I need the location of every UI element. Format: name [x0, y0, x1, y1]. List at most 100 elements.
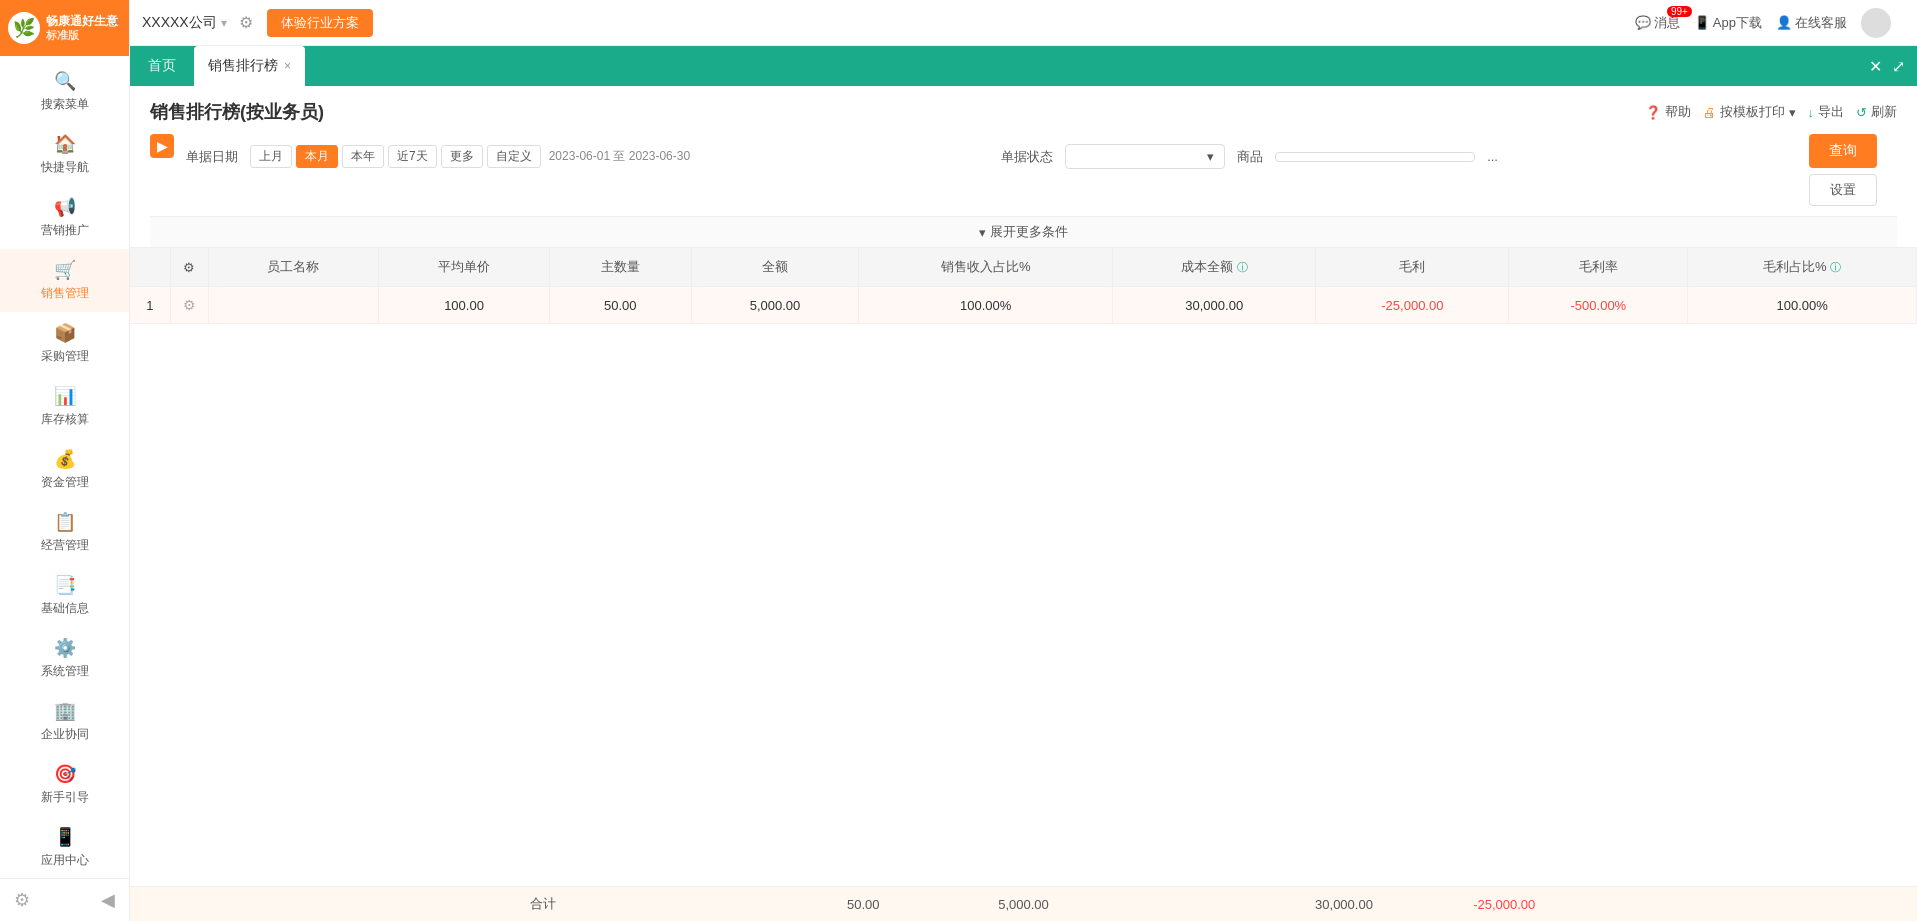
sidebar-item-basic[interactable]: 📑 基础信息	[0, 564, 129, 627]
enterprise-icon: 🏢	[54, 700, 76, 722]
sidebar-item-system[interactable]: ⚙️ 系统管理	[0, 627, 129, 690]
shortcut-icon: 🏠	[54, 133, 76, 155]
sidebar-item-inventory[interactable]: 📊 库存核算	[0, 375, 129, 438]
refresh-button[interactable]: ↺ 刷新	[1856, 103, 1897, 121]
table-footer: 合计 50.00 5,000.00 30,000.00 -25,000.00	[130, 886, 1917, 921]
sidebar-item-purchase[interactable]: 📦 采购管理	[0, 312, 129, 375]
export-icon: ↓	[1808, 105, 1815, 120]
online-service-button[interactable]: 👤 在线客服	[1776, 14, 1847, 32]
print-icon: 🖨	[1703, 105, 1716, 120]
sidebar-item-app[interactable]: 📱 应用中心	[0, 816, 129, 878]
cell-name	[208, 287, 379, 324]
page-content: 销售排行榜(按业务员) ❓ 帮助 🖨 按模板打印 ▾ ↓ 导出	[130, 86, 1917, 921]
marketing-icon: 📢	[54, 196, 76, 218]
query-button[interactable]: 查询	[1809, 134, 1877, 168]
settings-icon[interactable]: ⚙	[14, 889, 30, 911]
tabbar: 首页 销售排行榜 × ✕ ⤢	[130, 46, 1917, 86]
tab-active-label: 销售排行榜	[208, 57, 278, 75]
sidebar-item-guide[interactable]: 🎯 新手引导	[0, 753, 129, 816]
sidebar-item-marketing[interactable]: 📢 营销推广	[0, 186, 129, 249]
collapse-icon[interactable]: ◀	[101, 889, 115, 911]
sidebar-item-label-inventory: 库存核算	[41, 411, 89, 428]
page-title-row: 销售排行榜(按业务员) ❓ 帮助 🖨 按模板打印 ▾ ↓ 导出	[150, 100, 1897, 124]
filter-expand-row: ▾ 展开更多条件	[150, 216, 1897, 247]
col-name: 员工名称	[208, 248, 379, 287]
company-selector[interactable]: XXXXX公司 ▾	[142, 14, 227, 32]
sidebar-item-operation[interactable]: 📋 经营管理	[0, 501, 129, 564]
sidebar-item-enterprise[interactable]: 🏢 企业协同	[0, 690, 129, 753]
tab-home-label: 首页	[148, 57, 176, 75]
cell-amount: 5,000.00	[691, 287, 859, 324]
sidebar-item-label-basic: 基础信息	[41, 600, 89, 617]
sales-icon: 🛒	[54, 259, 76, 281]
sidebar-item-sales[interactable]: 🛒 销售管理	[0, 249, 129, 312]
page-actions: ❓ 帮助 🖨 按模板打印 ▾ ↓ 导出 ↺ 刷新	[1645, 103, 1898, 121]
col-rank	[130, 248, 170, 287]
col-sales-pct: 销售收入占比%	[859, 248, 1113, 287]
sidebar-logo: 🌿 畅康通好生意 标准版	[0, 0, 129, 56]
sidebar-item-label-enterprise: 企业协同	[41, 726, 89, 743]
expand-arrow-icon: ▾	[979, 225, 986, 240]
trial-button[interactable]: 体验行业方案	[267, 9, 373, 37]
tab-home[interactable]: 首页	[130, 46, 194, 86]
sidebar-bottom: ⚙ ◀	[0, 878, 129, 921]
col-settings[interactable]: ⚙	[170, 248, 208, 287]
col-settings-icon[interactable]: ⚙	[183, 260, 195, 275]
finance-icon: 💰	[54, 448, 76, 470]
cell-rank: 1	[130, 287, 170, 324]
app-download-button[interactable]: 📱 App下载	[1694, 14, 1762, 32]
date-btn-more[interactable]: 更多	[441, 145, 483, 168]
table-header-row: ⚙ 员工名称 平均单价 主数量 全额 销售收入占比% 成本全额 ⓘ 毛利 毛利率…	[130, 248, 1917, 287]
service-label: 在线客服	[1795, 14, 1847, 32]
export-button[interactable]: ↓ 导出	[1808, 103, 1845, 121]
export-label: 导出	[1818, 103, 1844, 121]
tab-close-icon[interactable]: ×	[284, 59, 291, 73]
date-btn-last-month[interactable]: 上月	[250, 145, 292, 168]
expand-label: 展开更多条件	[990, 223, 1068, 241]
main-area: XXXXX公司 ▾ ⚙ 体验行业方案 💬 消息 99+ 📱 App下载 👤 在线…	[130, 0, 1917, 921]
expand-more-button[interactable]: ▾ 展开更多条件	[979, 223, 1068, 241]
service-icon: 👤	[1776, 15, 1792, 30]
logo-icon: 🌿	[8, 12, 40, 44]
status-select-arrow: ▾	[1207, 149, 1214, 164]
sidebar-item-shortcut[interactable]: 🏠 快捷导航	[0, 123, 129, 186]
tabbar-close-icon[interactable]: ✕	[1869, 57, 1882, 76]
status-select[interactable]: ▾	[1065, 144, 1225, 169]
sidebar-item-label-system: 系统管理	[41, 663, 89, 680]
logo-text1: 畅康通好生意	[46, 14, 118, 28]
company-arrow-icon: ▾	[221, 16, 227, 30]
date-btn-7days[interactable]: 近7天	[388, 145, 437, 168]
topbar: XXXXX公司 ▾ ⚙ 体验行业方案 💬 消息 99+ 📱 App下载 👤 在线…	[130, 0, 1917, 46]
sidebar-item-finance[interactable]: 💰 资金管理	[0, 438, 129, 501]
inventory-icon: 📊	[54, 385, 76, 407]
message-button[interactable]: 💬 消息 99+	[1635, 14, 1680, 32]
footer-amount: 5,000.00	[943, 897, 1103, 912]
goods-input[interactable]	[1275, 152, 1475, 162]
col-amount: 全额	[691, 248, 859, 287]
sidebar-nav: 🔍 搜索菜单 🏠 快捷导航 📢 营销推广 🛒 销售管理 📦 采购管理 📊 库存核…	[0, 56, 129, 878]
sidebar-item-label-app: 应用中心	[41, 852, 89, 869]
print-button[interactable]: 🖨 按模板打印 ▾	[1703, 103, 1796, 121]
settings-button[interactable]: 设置	[1809, 174, 1877, 206]
avatar[interactable]	[1861, 8, 1891, 38]
date-btn-custom[interactable]: 自定义	[487, 145, 541, 168]
date-btn-this-year[interactable]: 本年	[342, 145, 384, 168]
sidebar-item-search[interactable]: 🔍 搜索菜单	[0, 60, 129, 123]
tab-sales-ranking[interactable]: 销售排行榜 ×	[194, 46, 305, 86]
help-button[interactable]: ❓ 帮助	[1645, 103, 1691, 121]
refresh-icon: ↺	[1856, 105, 1867, 120]
app-label: App下载	[1713, 14, 1762, 32]
topbar-right: 💬 消息 99+ 📱 App下载 👤 在线客服	[1635, 8, 1905, 38]
goods-filter-label: 商品	[1237, 148, 1263, 166]
tabbar-expand-icon[interactable]: ⤢	[1892, 57, 1905, 76]
more-filters-label[interactable]: ...	[1487, 149, 1498, 164]
filter-toggle-button[interactable]: ▶	[150, 134, 174, 158]
message-badge: 99+	[1667, 6, 1692, 17]
date-btn-this-month[interactable]: 本月	[296, 145, 338, 168]
row-settings-icon[interactable]: ⚙	[183, 297, 196, 313]
footer-main-qty: 50.00	[783, 897, 943, 912]
date-options-group: 上月 本月 本年 近7天 更多 自定义 2023-06-01 至 2023-06…	[250, 145, 690, 168]
topbar-gear-icon[interactable]: ⚙	[239, 13, 253, 32]
col-gross-rate: 毛利率	[1509, 248, 1688, 287]
cell-settings[interactable]: ⚙	[170, 287, 208, 324]
